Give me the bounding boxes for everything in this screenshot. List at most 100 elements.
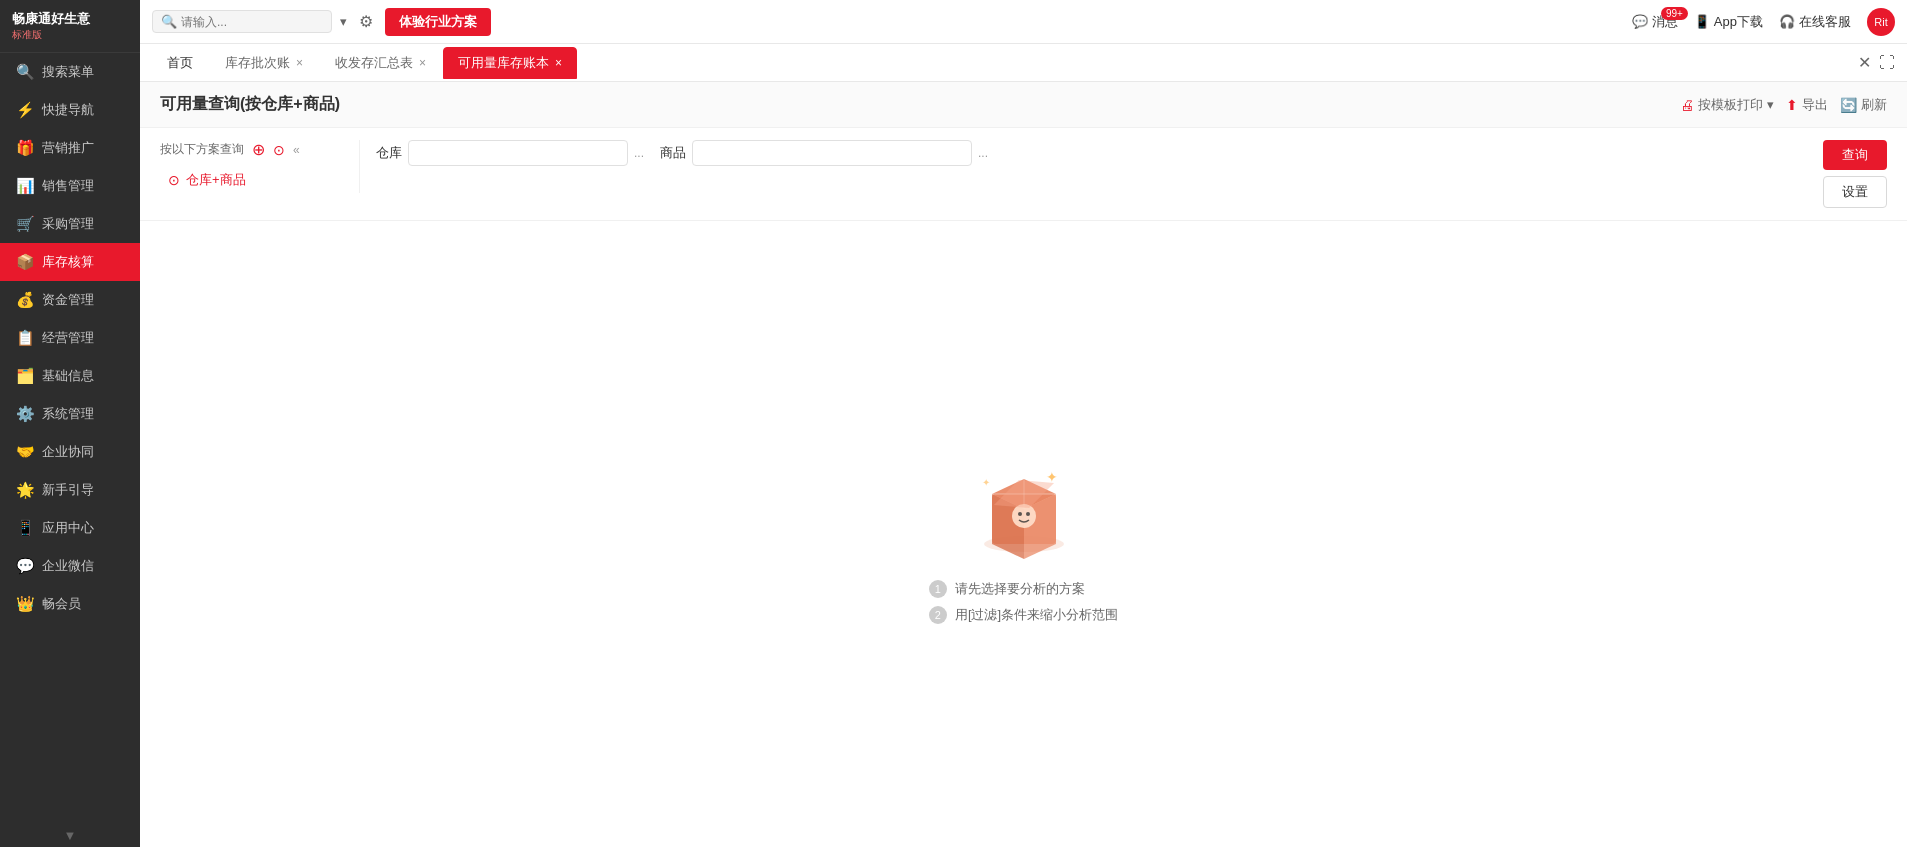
topbar-dropdown[interactable]: ▾ [340, 14, 347, 29]
print-template-button[interactable]: 🖨 按模板打印 ▾ [1680, 96, 1774, 114]
sidebar-item-sales[interactable]: 📊 销售管理 [0, 167, 140, 205]
tab-available-ledger[interactable]: 可用量库存账本 × [443, 47, 577, 79]
logo-sub: 标准版 [12, 28, 128, 42]
sidebar-icon-inventory: 📦 [16, 253, 34, 271]
sidebar-item-finance[interactable]: 💰 资金管理 [0, 281, 140, 319]
tab-batch-ledger-label: 库存批次账 [225, 54, 290, 72]
print-dropdown-icon[interactable]: ▾ [1767, 97, 1774, 112]
sidebar-icon-purchase: 🛒 [16, 215, 34, 233]
sidebar-icon-sales: 📊 [16, 177, 34, 195]
sidebar-icon-search: 🔍 [16, 63, 34, 81]
main-area: 🔍 ▾ ⚙ 体验行业方案 💬 消息 99+ 📱 App下载 🎧 在线客服 Rit [140, 0, 1907, 847]
sidebar-label-purchase: 采购管理 [42, 215, 94, 233]
page-header-actions: 🖨 按模板打印 ▾ ⬆ 导出 🔄 刷新 [1680, 96, 1887, 114]
message-button[interactable]: 💬 消息 99+ [1632, 13, 1678, 31]
sidebar-label-sales: 销售管理 [42, 177, 94, 195]
sidebar-item-cooperation[interactable]: 🤝 企业协同 [0, 433, 140, 471]
export-button[interactable]: ⬆ 导出 [1786, 96, 1828, 114]
sidebar-icon-member: 👑 [16, 595, 34, 613]
query-button[interactable]: 查询 [1823, 140, 1887, 170]
svg-text:✦: ✦ [1046, 469, 1058, 485]
sidebar-icon-appcenter: 📱 [16, 519, 34, 537]
tab-home[interactable]: 首页 [152, 47, 208, 79]
tabbar: 首页 库存批次账 × 收发存汇总表 × 可用量库存账本 × ✕ ⛶ [140, 44, 1907, 82]
message-badge: 99+ [1661, 7, 1688, 20]
sidebar-scroll-down[interactable]: ▼ [0, 824, 140, 847]
goods-label: 商品 [660, 144, 686, 162]
tab-home-label: 首页 [167, 54, 193, 72]
scheme-icon: ⊙ [168, 172, 180, 188]
gear-icon[interactable]: ⚙ [355, 8, 377, 35]
collapse-button[interactable]: « [293, 143, 300, 157]
settings-button[interactable]: 设置 [1823, 176, 1887, 208]
filter-fields-container: 仓库 ... 商品 ... [376, 140, 1799, 166]
sidebar-item-weixin[interactable]: 💬 企业微信 [0, 547, 140, 585]
sidebar-icon-cooperation: 🤝 [16, 443, 34, 461]
scheme-settings-button[interactable]: ⊙ [273, 142, 285, 158]
print-label: 按模板打印 [1698, 96, 1763, 114]
filter-fields-row: 仓库 ... 商品 ... [376, 140, 1799, 166]
service-label: 在线客服 [1799, 13, 1851, 31]
add-scheme-button[interactable]: ⊕ [252, 140, 265, 159]
sidebar-item-marketing[interactable]: 🎁 营销推广 [0, 129, 140, 167]
goods-more-button[interactable]: ... [978, 146, 988, 160]
sidebar-item-inventory[interactable]: 📦 库存核算 [0, 243, 140, 281]
tabbar-expand-icon[interactable]: ⛶ [1879, 54, 1895, 72]
sidebar-item-search[interactable]: 🔍 搜索菜单 [0, 53, 140, 91]
sidebar-label-newguide: 新手引导 [42, 481, 94, 499]
sidebar-item-quick-nav[interactable]: ⚡ 快捷导航 [0, 91, 140, 129]
tab-batch-ledger[interactable]: 库存批次账 × [210, 47, 318, 79]
tab-batch-ledger-close[interactable]: × [296, 56, 303, 70]
sidebar-item-basic[interactable]: 🗂️ 基础信息 [0, 357, 140, 395]
warehouse-filter-field: 仓库 ... [376, 140, 644, 166]
search-input[interactable] [181, 15, 301, 29]
refresh-icon: 🔄 [1840, 97, 1857, 113]
empty-tip-1: 1 请先选择要分析的方案 [929, 580, 1118, 598]
sidebar-item-system[interactable]: ⚙️ 系统管理 [0, 395, 140, 433]
trial-button[interactable]: 体验行业方案 [385, 8, 491, 36]
content-area: 可用量查询(按仓库+商品) 🖨 按模板打印 ▾ ⬆ 导出 🔄 刷新 [140, 82, 1907, 847]
print-icon: 🖨 [1680, 97, 1694, 113]
sidebar-label-quick-nav: 快捷导航 [42, 101, 94, 119]
filter-area: 按以下方案查询 ⊕ ⊙ « ⊙ 仓库+商品 仓库 [140, 128, 1907, 221]
tab-inventory-summary-close[interactable]: × [419, 56, 426, 70]
warehouse-more-button[interactable]: ... [634, 146, 644, 160]
headset-icon: 🎧 [1779, 14, 1795, 29]
sidebar-icon-marketing: 🎁 [16, 139, 34, 157]
warehouse-input[interactable] [408, 140, 628, 166]
goods-input[interactable] [692, 140, 972, 166]
filter-action-buttons: 查询 设置 [1815, 140, 1887, 208]
topbar-search-box[interactable]: 🔍 [152, 10, 332, 33]
sidebar-item-member[interactable]: 👑 畅会员 [0, 585, 140, 623]
sidebar-label-inventory: 库存核算 [42, 253, 94, 271]
refresh-label: 刷新 [1861, 96, 1887, 114]
filter-scheme-label: 按以下方案查询 ⊕ ⊙ « [160, 140, 343, 159]
tab-available-ledger-close[interactable]: × [555, 56, 562, 70]
tab-inventory-summary[interactable]: 收发存汇总表 × [320, 47, 441, 79]
tabbar-close-icon[interactable]: ✕ [1858, 53, 1871, 72]
scheme-warehouse-goods[interactable]: ⊙ 仓库+商品 [160, 167, 343, 193]
svg-text:✦: ✦ [982, 477, 990, 488]
tip-num-1: 1 [929, 580, 947, 598]
phone-icon: 📱 [1694, 14, 1710, 29]
sidebar-icon-newguide: 🌟 [16, 481, 34, 499]
sidebar-label-search: 搜索菜单 [42, 63, 94, 81]
refresh-button[interactable]: 🔄 刷新 [1840, 96, 1887, 114]
sidebar-item-appcenter[interactable]: 📱 应用中心 [0, 509, 140, 547]
sidebar-label-finance: 资金管理 [42, 291, 94, 309]
sidebar-item-newguide[interactable]: 🌟 新手引导 [0, 471, 140, 509]
page-container: 可用量查询(按仓库+商品) 🖨 按模板打印 ▾ ⬆ 导出 🔄 刷新 [140, 82, 1907, 847]
chevron-down-icon: ▾ [340, 14, 347, 29]
user-avatar[interactable]: Rit [1867, 8, 1895, 36]
sidebar-logo: 畅康通好生意 标准版 [0, 0, 140, 53]
sidebar-label-weixin: 企业微信 [42, 557, 94, 575]
search-icon: 🔍 [161, 14, 177, 29]
sidebar: 畅康通好生意 标准版 🔍 搜索菜单 ⚡ 快捷导航 🎁 营销推广 📊 销售管理 🛒… [0, 0, 140, 847]
sidebar-item-purchase[interactable]: 🛒 采购管理 [0, 205, 140, 243]
app-download-button[interactable]: 📱 App下载 [1694, 13, 1763, 31]
empty-tips: 1 请先选择要分析的方案 2 用[过滤]条件来缩小分析范围 [929, 580, 1118, 624]
warehouse-label: 仓库 [376, 144, 402, 162]
sidebar-item-operations[interactable]: 📋 经营管理 [0, 319, 140, 357]
sidebar-icon-operations: 📋 [16, 329, 34, 347]
online-service-button[interactable]: 🎧 在线客服 [1779, 13, 1851, 31]
